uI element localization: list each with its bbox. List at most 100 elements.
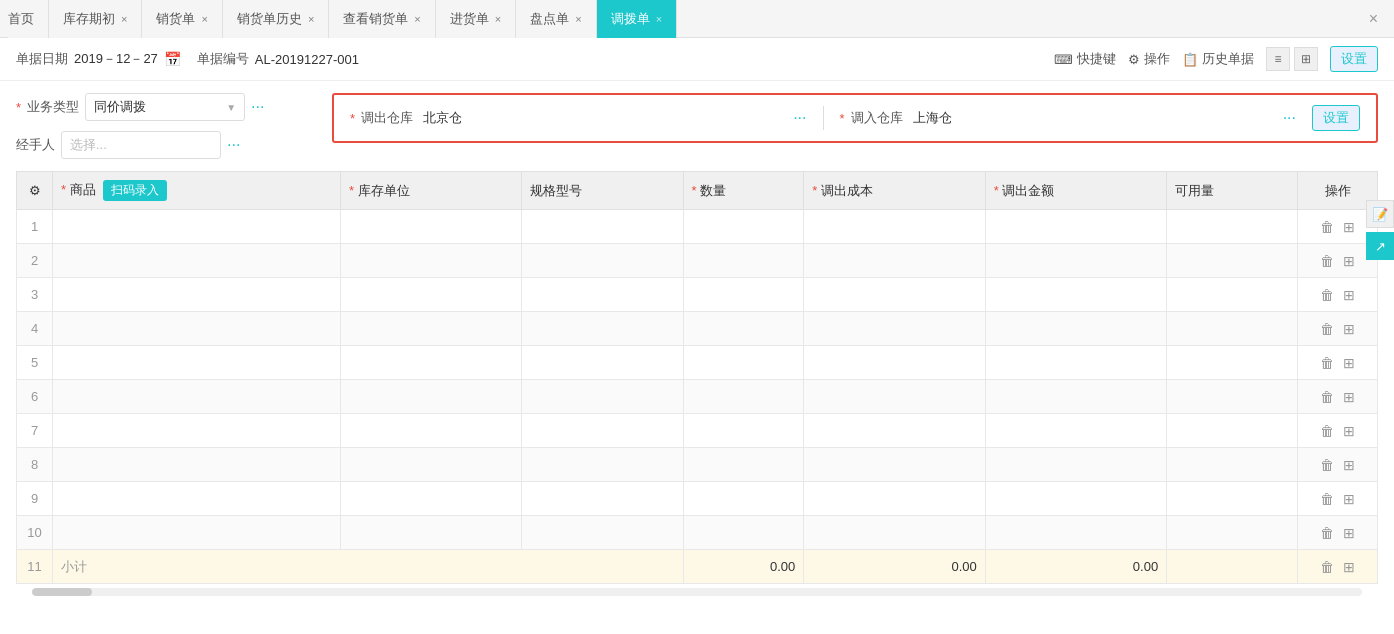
cell-available[interactable] <box>1167 482 1298 516</box>
cell-unit[interactable] <box>341 380 522 414</box>
cell-spec[interactable] <box>522 244 683 278</box>
cell-qty[interactable] <box>683 210 804 244</box>
cell-cost[interactable] <box>804 482 985 516</box>
tab-inventory-init[interactable]: 库存期初 × <box>49 0 142 38</box>
tab-stocktake[interactable]: 盘点单 × <box>516 0 596 38</box>
cell-product[interactable] <box>53 210 341 244</box>
cell-unit[interactable] <box>341 346 522 380</box>
delete-icon[interactable]: 🗑 <box>1320 321 1334 337</box>
cell-unit[interactable] <box>341 244 522 278</box>
tab-close-stocktake[interactable]: × <box>575 13 581 25</box>
cell-product[interactable] <box>53 380 341 414</box>
cell-amount[interactable] <box>985 312 1166 346</box>
cell-qty[interactable] <box>683 414 804 448</box>
tab-close-sales-history[interactable]: × <box>308 13 314 25</box>
cell-available[interactable] <box>1167 278 1298 312</box>
tab-close-sales-order[interactable]: × <box>201 13 207 25</box>
cell-amount[interactable] <box>985 380 1166 414</box>
cell-cost[interactable] <box>804 380 985 414</box>
copy-icon[interactable]: ⊞ <box>1343 423 1355 439</box>
cell-qty[interactable] <box>683 278 804 312</box>
copy-icon[interactable]: ⊞ <box>1343 253 1355 269</box>
cell-spec[interactable] <box>522 482 683 516</box>
cell-cost[interactable] <box>804 312 985 346</box>
cell-available[interactable] <box>1167 448 1298 482</box>
copy-icon[interactable]: ⊞ <box>1343 389 1355 405</box>
tab-sales-order[interactable]: 销货单 × <box>142 0 222 38</box>
cell-product[interactable] <box>53 244 341 278</box>
cell-unit[interactable] <box>341 414 522 448</box>
settings-button[interactable]: 设置 <box>1330 46 1378 72</box>
copy-icon[interactable]: ⊞ <box>1343 559 1355 575</box>
cell-unit[interactable] <box>341 278 522 312</box>
transfer-in-more[interactable]: ··· <box>1283 109 1296 127</box>
copy-icon[interactable]: ⊞ <box>1343 219 1355 235</box>
cell-available[interactable] <box>1167 516 1298 550</box>
tab-home[interactable]: 首页 <box>8 0 49 38</box>
cell-unit[interactable] <box>341 210 522 244</box>
th-gear[interactable]: ⚙ <box>17 172 53 210</box>
cell-unit[interactable] <box>341 448 522 482</box>
calendar-icon[interactable]: 📅 <box>164 51 181 67</box>
cell-qty[interactable] <box>683 448 804 482</box>
delete-icon[interactable]: 🗑 <box>1320 389 1334 405</box>
cell-qty[interactable] <box>683 482 804 516</box>
cell-available[interactable] <box>1167 414 1298 448</box>
cell-available[interactable] <box>1167 210 1298 244</box>
delete-icon[interactable]: 🗑 <box>1320 219 1334 235</box>
delete-icon[interactable]: 🗑 <box>1320 423 1334 439</box>
expand-btn[interactable]: ↗ <box>1366 232 1394 260</box>
cell-amount[interactable] <box>985 516 1166 550</box>
cell-cost[interactable] <box>804 414 985 448</box>
cell-available[interactable] <box>1167 312 1298 346</box>
cell-qty[interactable] <box>683 312 804 346</box>
cell-qty[interactable] <box>683 346 804 380</box>
cell-cost[interactable] <box>804 210 985 244</box>
copy-icon[interactable]: ⊞ <box>1343 287 1355 303</box>
history-action[interactable]: 📋 历史单据 <box>1182 50 1254 68</box>
copy-icon[interactable]: ⊞ <box>1343 457 1355 473</box>
cell-spec[interactable] <box>522 448 683 482</box>
copy-icon[interactable]: ⊞ <box>1343 525 1355 541</box>
cell-amount[interactable] <box>985 482 1166 516</box>
cell-product[interactable] <box>53 278 341 312</box>
tab-sales-history[interactable]: 销货单历史 × <box>223 0 329 38</box>
cell-cost[interactable] <box>804 244 985 278</box>
cell-amount[interactable] <box>985 346 1166 380</box>
close-window-btn[interactable]: × <box>1361 10 1386 28</box>
delete-icon[interactable]: 🗑 <box>1320 287 1334 303</box>
cell-product[interactable] <box>53 448 341 482</box>
cell-product[interactable] <box>53 346 341 380</box>
delete-icon[interactable]: 🗑 <box>1320 491 1334 507</box>
tab-transfer[interactable]: 调拨单 × <box>597 0 677 38</box>
grid-view-btn[interactable]: ⊞ <box>1294 47 1318 71</box>
cell-spec[interactable] <box>522 380 683 414</box>
tab-purchase[interactable]: 进货单 × <box>436 0 516 38</box>
cell-cost[interactable] <box>804 346 985 380</box>
cell-cost[interactable] <box>804 278 985 312</box>
delete-icon[interactable]: 🗑 <box>1320 457 1334 473</box>
cell-available[interactable] <box>1167 244 1298 278</box>
copy-icon[interactable]: ⊞ <box>1343 321 1355 337</box>
tab-view-sales[interactable]: 查看销货单 × <box>329 0 435 38</box>
transfer-out-more[interactable]: ··· <box>793 109 806 127</box>
copy-icon[interactable]: ⊞ <box>1343 355 1355 371</box>
cell-cost[interactable] <box>804 516 985 550</box>
operation-action[interactable]: ⚙ 操作 <box>1128 50 1170 68</box>
cell-amount[interactable] <box>985 244 1166 278</box>
scan-btn[interactable]: 扫码录入 <box>103 180 167 201</box>
cell-product[interactable] <box>53 516 341 550</box>
cell-spec[interactable] <box>522 278 683 312</box>
cell-product[interactable] <box>53 414 341 448</box>
shortcut-action[interactable]: ⌨ 快捷键 <box>1054 50 1116 68</box>
cell-qty[interactable] <box>683 516 804 550</box>
cell-spec[interactable] <box>522 516 683 550</box>
cell-spec[interactable] <box>522 210 683 244</box>
cell-available[interactable] <box>1167 346 1298 380</box>
cell-amount[interactable] <box>985 278 1166 312</box>
cell-unit[interactable] <box>341 516 522 550</box>
cell-amount[interactable] <box>985 210 1166 244</box>
tab-close-purchase[interactable]: × <box>495 13 501 25</box>
warehouse-settings-btn[interactable]: 设置 <box>1312 105 1360 131</box>
cell-spec[interactable] <box>522 312 683 346</box>
